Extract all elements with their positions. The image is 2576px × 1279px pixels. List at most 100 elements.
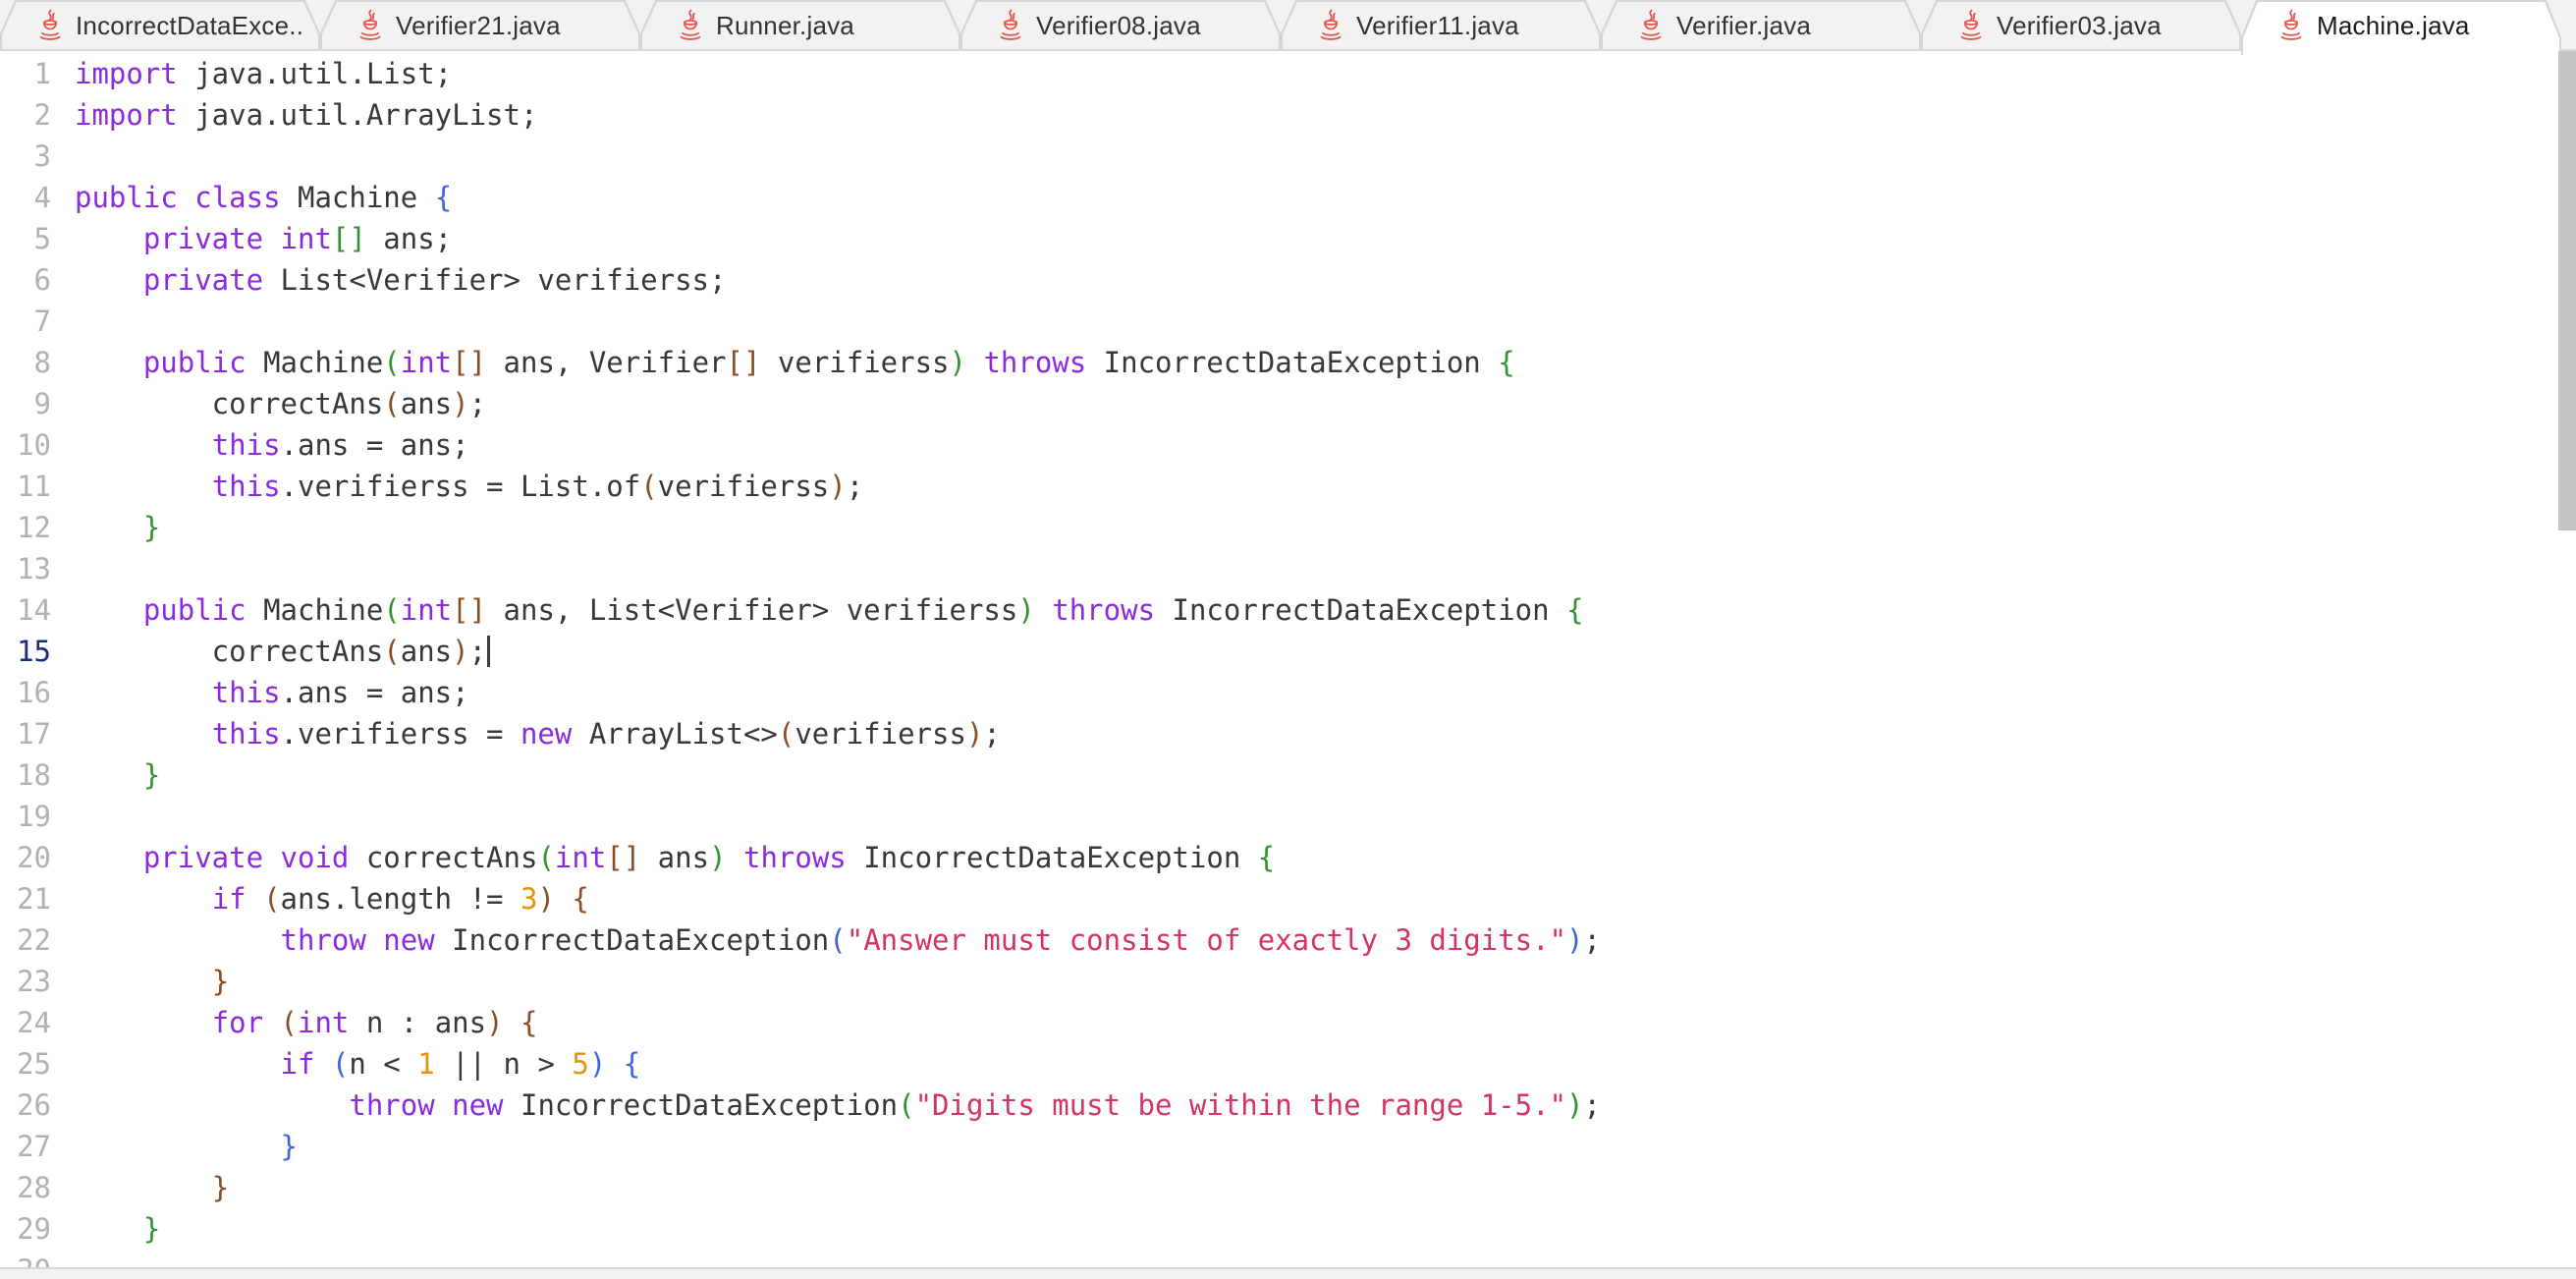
line-number: 19 [17,800,51,833]
vertical-scrollbar-thumb[interactable] [2558,51,2576,530]
line-number: 22 [17,923,51,957]
code-editor[interactable]: 1 import java.util.List; 2 import java.util… [0,51,2576,1279]
code-line-10: 10 this.ans = ans; [0,424,1601,466]
line-content: } [211,1171,230,1204]
java-file-icon [680,9,701,40]
tab-verifier08-java[interactable]: Verifier08.java [960,0,1281,49]
code-lines: 1 import java.util.List; 2 import java.util… [0,53,1601,1279]
tab-verifier-java[interactable]: Verifier.java [1601,0,1921,49]
line-number: 4 [33,181,51,214]
line-content: public Machine(int[] ans, List<Verifier>… [142,593,1584,627]
tab-label: Runner.java [716,10,854,40]
line-content [51,301,75,342]
tab-label: Verifier03.java [1997,10,2162,40]
code-line-8: 8 public Machine(int[] ans, Verifier[] v… [0,342,1601,383]
tab-verifier11-java[interactable]: Verifier11.java [1281,0,1601,49]
line-content: throw new IncorrectDataException("Digits… [349,1088,1601,1122]
line-number: 14 [17,593,51,627]
tab-label: IncorrectDataExce... [76,10,304,40]
line-number: 10 [17,428,51,462]
tab-label: Verifier11.java [1356,10,1519,40]
line-content: import java.util.List; [75,57,453,90]
tab-strip: IncorrectDataExce... Verifier21.java Runne… [0,0,2576,51]
line-number: 21 [17,882,51,916]
java-file-icon [1000,9,1021,40]
tab-content: Verifier21.java [357,0,625,51]
code-line-12: 12 } [0,507,1601,548]
java-file-icon [1640,9,1662,40]
code-line-24: 24 for (int n : ans) { [0,1002,1601,1043]
tab-machine-java[interactable]: Machine.java [2241,0,2561,55]
code-line-28: 28 } [0,1167,1601,1208]
code-line-19: 19 [0,796,1601,837]
tab-verifier21-java[interactable]: Verifier21.java [320,0,640,49]
line-number: 17 [17,717,51,751]
line-number: 5 [33,222,51,255]
tab-content: IncorrectDataExce... [37,0,304,51]
tab-label: Verifier08.java [1036,10,1201,40]
line-content: for (int n : ans) { [211,1006,538,1039]
line-content: correctAns(ans); [51,631,491,672]
line-number: 26 [17,1088,51,1122]
line-content: this.verifierss = new ArrayList<>(verifi… [211,717,1001,751]
line-number: 6 [33,263,51,297]
line-content: public class Machine { [75,181,453,214]
code-line-13: 13 [0,548,1601,589]
code-line-11: 11 this.verifierss = List.of(verifierss)… [0,466,1601,507]
line-number: 7 [33,305,51,338]
line-content: } [142,758,161,792]
tab-content: Verifier11.java [1318,0,1585,51]
line-content: this.ans = ans; [211,428,469,462]
code-line-1: 1 import java.util.List; [0,53,1601,94]
code-line-15: 15 correctAns(ans); [0,631,1601,672]
line-content: } [211,965,230,998]
code-line-21: 21 if (ans.length != 3) { [0,878,1601,919]
code-line-29: 29 } [0,1208,1601,1250]
line-content: } [142,511,161,544]
code-line-22: 22 throw new IncorrectDataException("Ans… [0,919,1601,961]
code-line-14: 14 public Machine(int[] ans, List<Verifi… [0,589,1601,631]
tab-bar: IncorrectDataExce... Verifier21.java Runne… [0,0,2576,51]
line-number: 25 [17,1047,51,1081]
tab-content: Runner.java [678,0,945,51]
code-line-17: 17 this.verifierss = new ArrayList<>(ver… [0,713,1601,754]
tab-incorrectdataexce[interactable]: IncorrectDataExce... [0,0,320,49]
java-file-icon [2280,9,2302,40]
code-line-4: 4 public class Machine { [0,177,1601,218]
line-content: throw new IncorrectDataException("Answer… [280,923,1601,957]
line-number: 27 [17,1130,51,1163]
line-content: this.verifierss = List.of(verifierss); [211,470,864,503]
horizontal-scrollbar-track[interactable] [0,1267,2576,1279]
text-cursor [487,636,491,667]
line-content: public Machine(int[] ans, Verifier[] ver… [142,346,1515,379]
tab-label: Verifier21.java [396,10,561,40]
line-number: 16 [17,676,51,709]
line-content: if (n < 1 || n > 5) { [280,1047,641,1081]
code-line-9: 9 correctAns(ans); [0,383,1601,424]
java-file-icon [39,9,61,40]
line-number: 23 [17,965,51,998]
tab-content: Machine.java [2278,0,2546,51]
line-number: 3 [33,139,51,173]
line-number: 12 [17,511,51,544]
line-content: private void correctAns(int[] ans) throw… [142,841,1276,874]
line-content: if (ans.length != 3) { [211,882,589,916]
code-line-7: 7 [0,301,1601,342]
tab-verifier03-java[interactable]: Verifier03.java [1921,0,2241,49]
line-number: 15 [17,635,51,668]
line-content: } [280,1130,298,1163]
line-number: 20 [17,841,51,874]
line-content: private List<Verifier> verifierss; [142,263,727,297]
line-content [51,136,75,177]
java-file-icon [359,9,381,40]
line-number: 24 [17,1006,51,1039]
line-content: correctAns(ans); [75,387,487,420]
tab-content: Verifier.java [1638,0,1905,51]
line-content: this.ans = ans; [211,676,469,709]
tab-runner-java[interactable]: Runner.java [640,0,960,49]
code-line-3: 3 [0,136,1601,177]
tab-content: Verifier08.java [998,0,1265,51]
code-line-18: 18 } [0,754,1601,796]
line-number: 8 [33,346,51,379]
line-content: import java.util.ArrayList; [75,98,538,132]
